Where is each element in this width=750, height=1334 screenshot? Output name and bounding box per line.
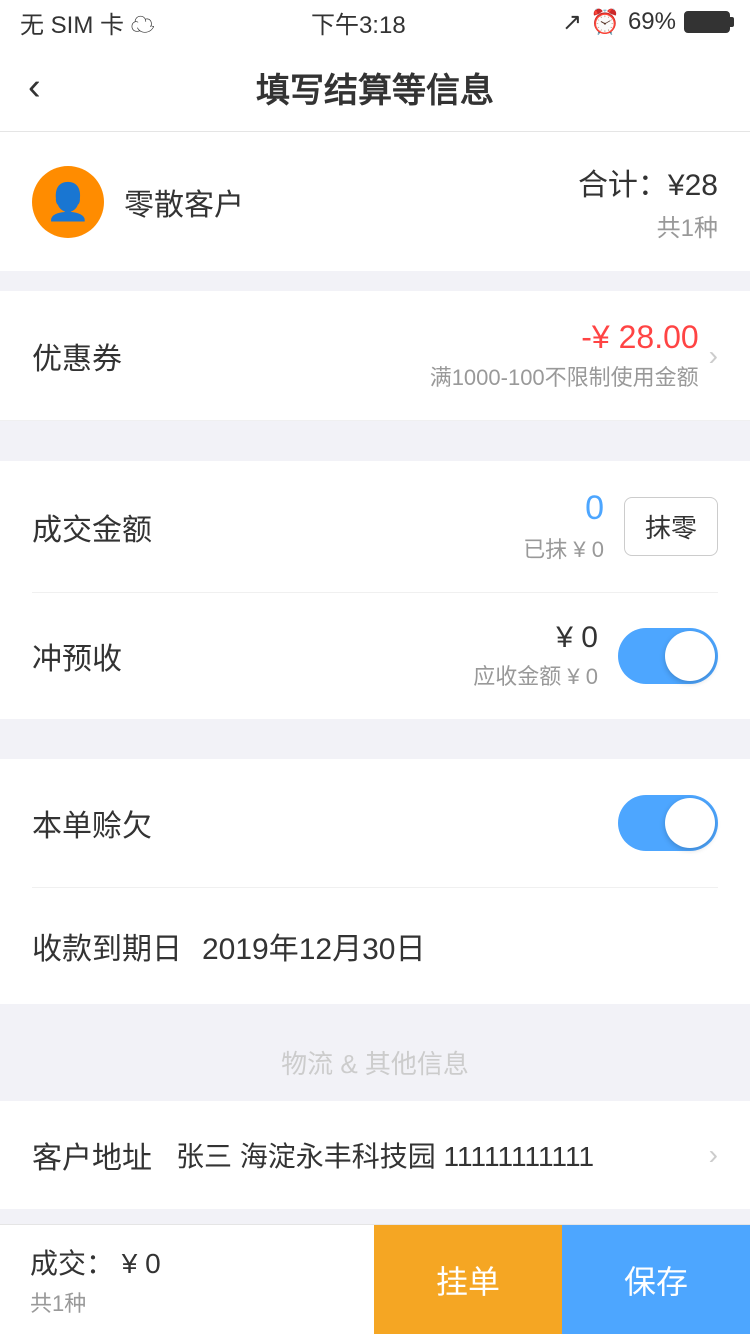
prereceive-label: 冲预收 — [32, 634, 122, 678]
coupon-amount: -¥ 28.00 — [430, 319, 699, 356]
battery-icon — [684, 11, 730, 33]
coupon-info: -¥ 28.00 满1000-100不限制使用金额 — [430, 319, 699, 392]
deal-amount-label: 成交金额 — [32, 505, 152, 549]
chevron-right-icon: › — [709, 340, 718, 372]
save-button[interactable]: 保存 — [562, 1225, 750, 1334]
total-count: 共1种 — [578, 208, 718, 243]
separator-2 — [0, 719, 750, 739]
deal-amount-value: 0 — [523, 489, 604, 528]
deal-section: 成交金额 0 已抹 ¥ 0 抹零 冲预收 ¥ 0 应收金额 ¥ 0 — [0, 461, 750, 719]
deal-amount-row: 成交金额 0 已抹 ¥ 0 抹零 — [32, 461, 718, 593]
debt-section: 本单赊欠 收款到期日 2019年12月30日 — [0, 759, 750, 1004]
deal-amount-sub: 已抹 ¥ 0 — [523, 532, 604, 564]
logistics-divider: 物流 & 其他信息 — [0, 1024, 750, 1101]
location-icon: ↗ — [562, 8, 582, 37]
battery-percent: 69% — [628, 8, 676, 36]
status-bar: 无 SIM 卡 ☁ 下午3:18 ↗ ⏰ 69% — [0, 0, 750, 44]
coupon-description: 满1000-100不限制使用金额 — [430, 360, 699, 392]
avatar: 👤 — [32, 166, 104, 238]
due-date-value: 2019年12月30日 — [202, 924, 425, 968]
bottom-deal-label: 成交： — [30, 1248, 114, 1279]
coupon-section: 优惠券 -¥ 28.00 满1000-100不限制使用金额 › — [0, 291, 750, 421]
prereceive-right: ¥ 0 应收金额 ¥ 0 — [473, 621, 718, 691]
status-time: 下午3:18 — [311, 5, 406, 40]
address-value: 张三 海淀永丰科技园 11111111111 — [176, 1135, 709, 1175]
deal-amount-info: 0 已抹 ¥ 0 — [523, 489, 604, 564]
due-date-label: 收款到期日 — [32, 924, 182, 968]
coupon-label: 优惠券 — [32, 334, 122, 378]
bottom-info: 成交： ¥ 0 共1种 — [0, 1225, 374, 1334]
alarm-icon: ⏰ — [590, 8, 620, 37]
due-date-row: 收款到期日 2019年12月30日 — [32, 888, 718, 1004]
deal-right: 0 已抹 ¥ 0 抹零 — [523, 489, 718, 564]
avatar-icon: 👤 — [46, 181, 91, 223]
prereceive-row: 冲预收 ¥ 0 应收金额 ¥ 0 — [32, 593, 718, 719]
address-chevron-icon: › — [709, 1139, 718, 1171]
customer-info: 👤 零散客户 — [32, 166, 244, 238]
prereceive-amount: ¥ 0 — [473, 621, 598, 655]
sim-label: 无 SIM 卡 ☁ — [20, 5, 155, 40]
coupon-row[interactable]: 优惠券 -¥ 28.00 满1000-100不限制使用金额 › — [0, 291, 750, 421]
logistics-title: 物流 & 其他信息 — [281, 1049, 469, 1079]
customer-name: 零散客户 — [124, 180, 244, 224]
address-row[interactable]: 客户地址 张三 海淀永丰科技园 11111111111 › — [32, 1101, 718, 1209]
toggle-thumb — [665, 631, 715, 681]
debt-label: 本单赊欠 — [32, 801, 152, 845]
customer-total: 合计：¥28 共1种 — [578, 160, 718, 243]
hold-button[interactable]: 挂单 — [374, 1225, 562, 1334]
bottom-bar: 成交： ¥ 0 共1种 挂单 保存 — [0, 1224, 750, 1334]
bottom-deal-amount: ¥ 0 — [122, 1248, 161, 1279]
address-label: 客户地址 — [32, 1133, 152, 1177]
address-section: 客户地址 张三 海淀永丰科技园 11111111111 › — [0, 1101, 750, 1209]
round-off-button[interactable]: 抹零 — [624, 497, 718, 556]
page-title: 填写结算等信息 — [256, 63, 494, 112]
total-amount: 合计：¥28 — [578, 160, 718, 204]
status-right: ↗ ⏰ 69% — [562, 8, 730, 37]
bottom-count: 共1种 — [30, 1286, 344, 1318]
separator-1 — [0, 441, 750, 461]
prereceive-info: ¥ 0 应收金额 ¥ 0 — [473, 621, 598, 691]
debt-toggle-thumb — [665, 798, 715, 848]
back-button[interactable]: ‹ — [28, 66, 41, 109]
prereceive-sub: 应收金额 ¥ 0 — [473, 659, 598, 691]
debt-row: 本单赊欠 — [32, 759, 718, 888]
content-area: 👤 零散客户 合计：¥28 共1种 优惠券 -¥ 28.00 满1000-100… — [0, 132, 750, 1329]
coupon-right: -¥ 28.00 满1000-100不限制使用金额 › — [430, 319, 718, 392]
bottom-deal: 成交： ¥ 0 — [30, 1242, 344, 1282]
customer-section: 👤 零散客户 合计：¥28 共1种 — [0, 132, 750, 271]
status-left: 无 SIM 卡 ☁ — [20, 5, 155, 40]
nav-bar: ‹ 填写结算等信息 — [0, 44, 750, 132]
debt-toggle[interactable] — [618, 795, 718, 851]
prereceive-toggle[interactable] — [618, 628, 718, 684]
